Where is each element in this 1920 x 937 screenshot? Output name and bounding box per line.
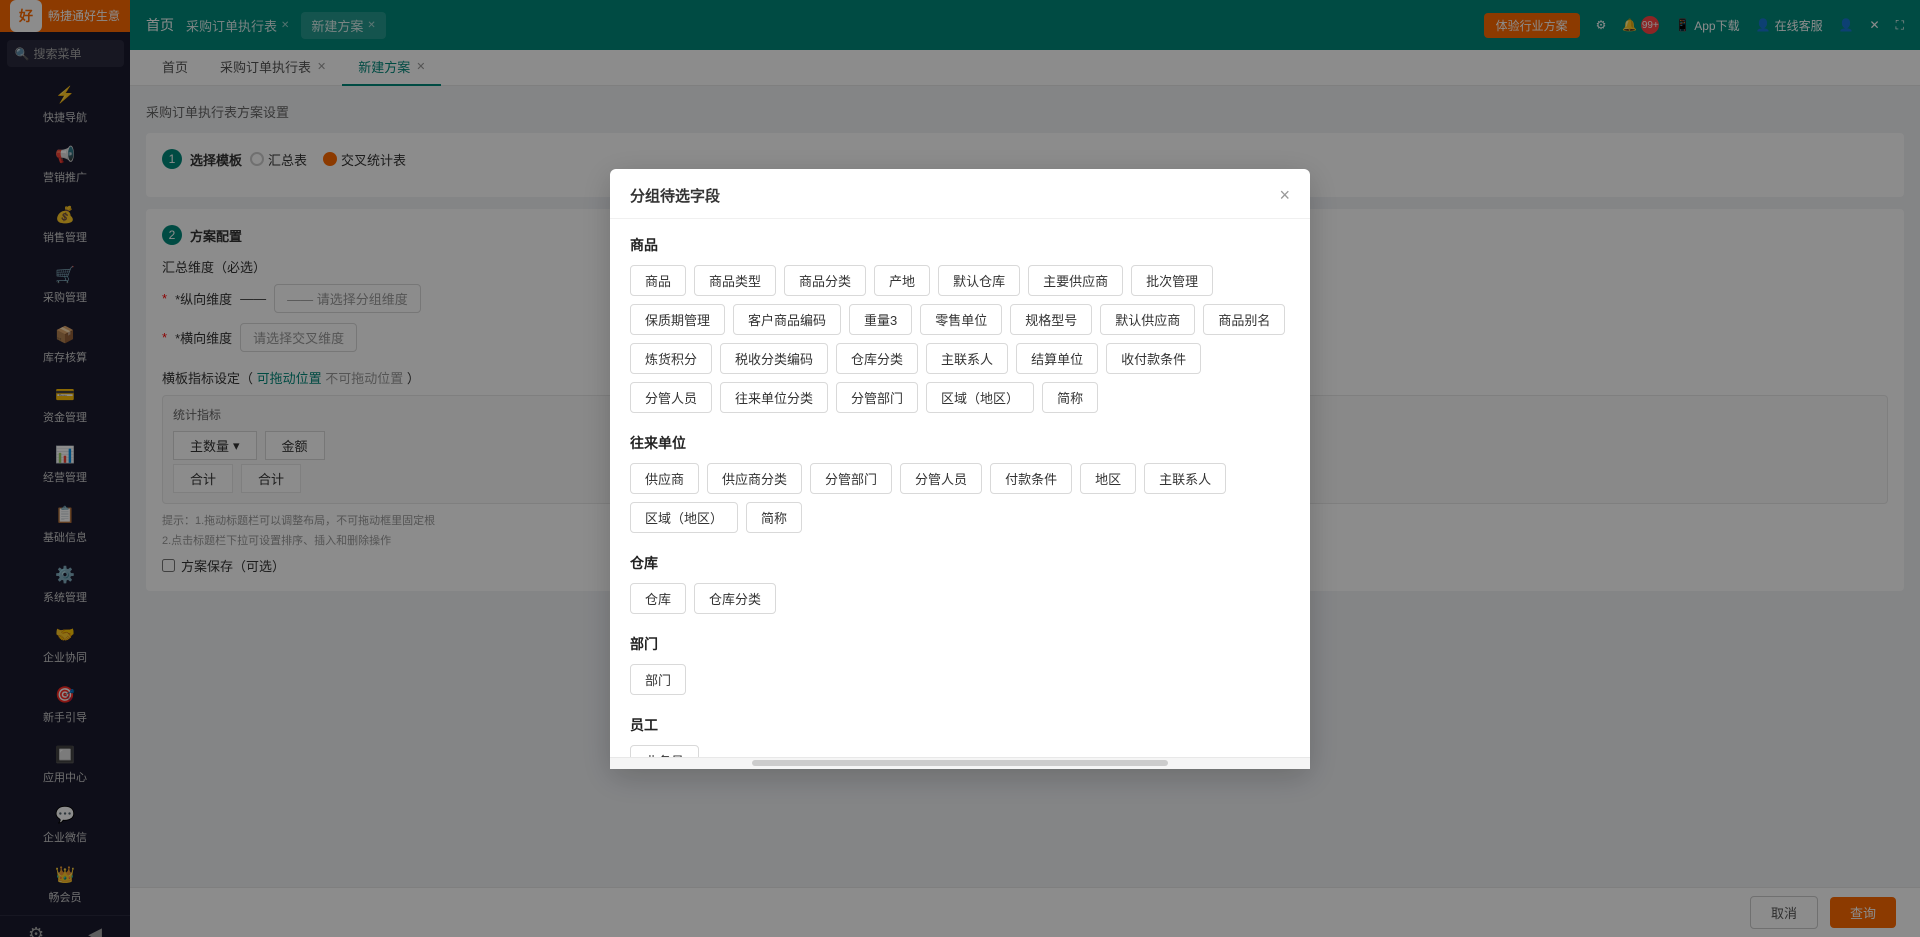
modal-body: 商品商品商品类型商品分类产地默认仓库主要供应商批次管理保质期管理客户商品编码重量… bbox=[610, 219, 1310, 758]
field-category-部门: 部门部门 bbox=[630, 634, 1290, 695]
field-tags-员工: 业务员 bbox=[630, 745, 1290, 758]
field-tag[interactable]: 零售单位 bbox=[920, 304, 1002, 335]
field-tag[interactable]: 重量3 bbox=[849, 304, 912, 335]
field-tag[interactable]: 仓库分类 bbox=[836, 343, 918, 374]
field-tag[interactable]: 税收分类编码 bbox=[720, 343, 828, 374]
category-title: 商品 bbox=[630, 235, 1290, 255]
field-tag[interactable]: 地区 bbox=[1080, 463, 1136, 494]
field-tag[interactable]: 区域（地区） bbox=[630, 502, 738, 533]
field-tags-往来单位: 供应商供应商分类分管部门分管人员付款条件地区主联系人区域（地区） 简称 bbox=[630, 463, 1290, 533]
field-category-往来单位: 往来单位供应商供应商分类分管部门分管人员付款条件地区主联系人区域（地区） 简称 bbox=[630, 433, 1290, 533]
field-tag[interactable]: 分管部门 bbox=[810, 463, 892, 494]
field-tag[interactable]: 分管人员 bbox=[630, 382, 712, 413]
field-tag[interactable]: 部门 bbox=[630, 664, 686, 695]
field-category-仓库: 仓库仓库仓库分类 bbox=[630, 553, 1290, 614]
field-tag[interactable]: 商品 bbox=[630, 265, 686, 296]
field-tags-仓库: 仓库仓库分类 bbox=[630, 583, 1290, 614]
category-title: 部门 bbox=[630, 634, 1290, 654]
field-tags-商品: 商品商品类型商品分类产地默认仓库主要供应商批次管理保质期管理客户商品编码重量3 零… bbox=[630, 265, 1290, 413]
category-title: 往来单位 bbox=[630, 433, 1290, 453]
field-tag[interactable]: 规格型号 bbox=[1010, 304, 1092, 335]
modal-close-button[interactable]: × bbox=[1279, 185, 1290, 206]
field-tag[interactable]: 批次管理 bbox=[1131, 265, 1213, 296]
field-tag[interactable]: 区域（地区） bbox=[926, 382, 1034, 413]
field-select-modal: 分组待选字段 × 商品商品商品类型商品分类产地默认仓库主要供应商批次管理保质期管… bbox=[610, 169, 1310, 769]
field-tag[interactable]: 保质期管理 bbox=[630, 304, 725, 335]
category-title: 员工 bbox=[630, 715, 1290, 735]
field-tag[interactable]: 仓库分类 bbox=[694, 583, 776, 614]
field-tag[interactable]: 往来单位分类 bbox=[720, 382, 828, 413]
field-tags-部门: 部门 bbox=[630, 664, 1290, 695]
modal-hscroll[interactable] bbox=[610, 757, 1310, 768]
field-tag[interactable]: 简称 bbox=[746, 502, 802, 533]
modal-overlay: 分组待选字段 × 商品商品商品类型商品分类产地默认仓库主要供应商批次管理保质期管… bbox=[0, 0, 1920, 937]
field-tag[interactable]: 主联系人 bbox=[926, 343, 1008, 374]
modal-header: 分组待选字段 × bbox=[610, 169, 1310, 219]
field-tag[interactable]: 炼货积分 bbox=[630, 343, 712, 374]
field-tag[interactable]: 商品分类 bbox=[784, 265, 866, 296]
field-tag[interactable]: 分管人员 bbox=[900, 463, 982, 494]
field-tag[interactable]: 供应商分类 bbox=[707, 463, 802, 494]
field-tag[interactable]: 简称 bbox=[1042, 382, 1098, 413]
field-tag[interactable]: 产地 bbox=[874, 265, 930, 296]
field-tag[interactable]: 结算单位 bbox=[1016, 343, 1098, 374]
field-tag[interactable]: 供应商 bbox=[630, 463, 699, 494]
field-category-员工: 员工业务员 bbox=[630, 715, 1290, 758]
field-tag[interactable]: 主要供应商 bbox=[1028, 265, 1123, 296]
field-tag[interactable]: 客户商品编码 bbox=[733, 304, 841, 335]
field-tag[interactable]: 业务员 bbox=[630, 745, 699, 758]
field-tag[interactable]: 分管部门 bbox=[836, 382, 918, 413]
field-tag[interactable]: 默认供应商 bbox=[1100, 304, 1195, 335]
field-tag[interactable]: 商品类型 bbox=[694, 265, 776, 296]
field-tag[interactable]: 收付款条件 bbox=[1106, 343, 1201, 374]
field-tag[interactable]: 仓库 bbox=[630, 583, 686, 614]
field-tag[interactable]: 默认仓库 bbox=[938, 265, 1020, 296]
field-category-商品: 商品商品商品类型商品分类产地默认仓库主要供应商批次管理保质期管理客户商品编码重量… bbox=[630, 235, 1290, 413]
field-tag[interactable]: 主联系人 bbox=[1144, 463, 1226, 494]
category-title: 仓库 bbox=[630, 553, 1290, 573]
field-tag[interactable]: 商品别名 bbox=[1203, 304, 1285, 335]
hscroll-thumb bbox=[752, 760, 1167, 766]
field-tag[interactable]: 付款条件 bbox=[990, 463, 1072, 494]
modal-title: 分组待选字段 bbox=[630, 185, 720, 206]
